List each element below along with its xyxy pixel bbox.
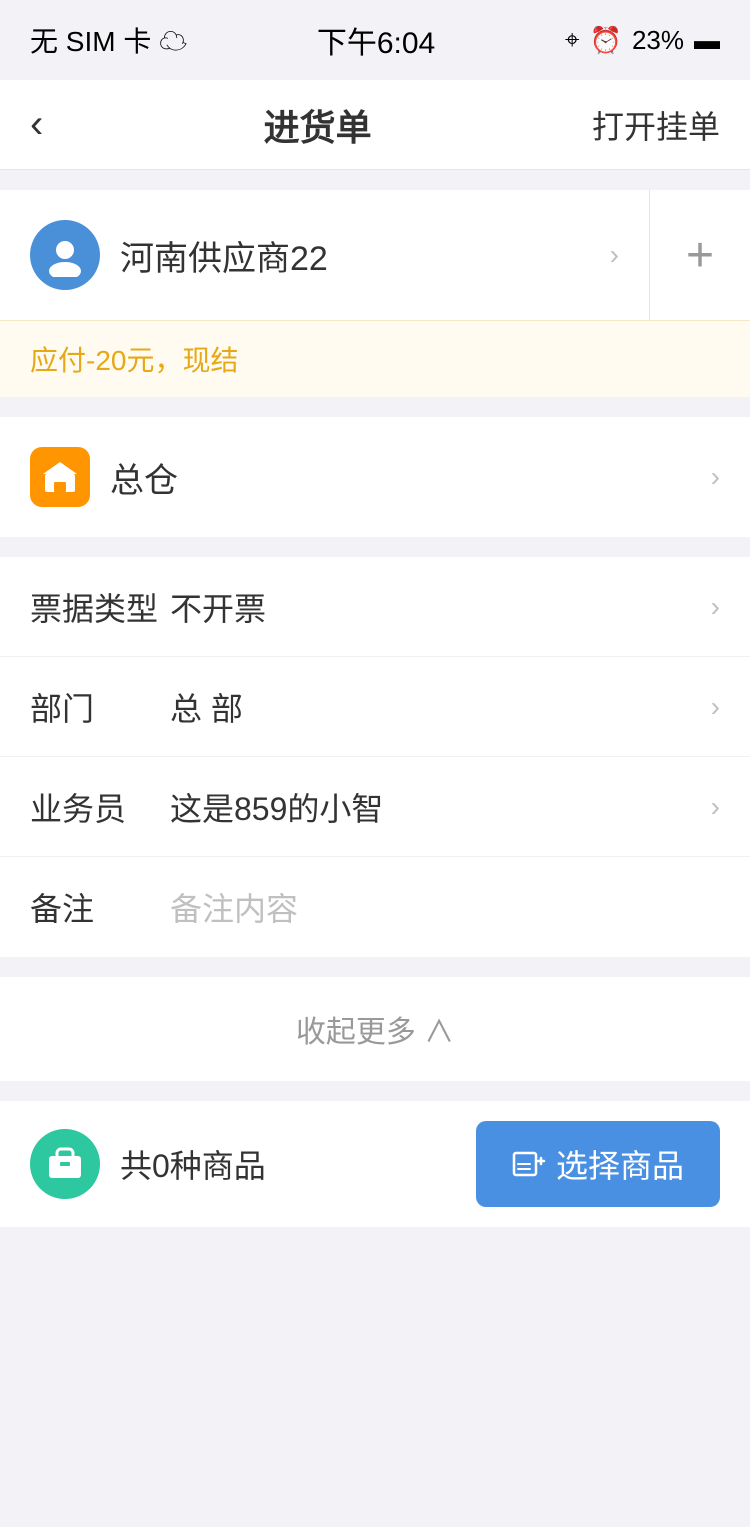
remark-row[interactable]: 备注 备注内容 — [0, 857, 750, 957]
status-time: 下午6:04 — [317, 18, 435, 62]
supplier-selector[interactable]: 河南供应商22 › — [0, 190, 650, 320]
select-product-label: 选择商品 — [556, 1141, 684, 1187]
notice-bar: 应付-20元，现结 — [0, 320, 750, 397]
add-icon: + — [686, 228, 714, 283]
battery-icon: ▬ — [694, 25, 720, 56]
product-icon — [30, 1129, 100, 1199]
warehouse-icon — [30, 447, 90, 507]
battery-text: 23% — [632, 25, 684, 56]
product-count: 共0种商品 — [120, 1141, 476, 1187]
supplier-name: 河南供应商22 — [120, 231, 600, 280]
warehouse-section[interactable]: 总仓 › — [0, 417, 750, 537]
supplier-chevron-icon: › — [610, 239, 619, 271]
page-title: 进货单 — [264, 99, 372, 151]
salesperson-value: 这是859的小智 — [170, 784, 701, 830]
status-bar: 无 SIM 卡 ☁ 下午6:04 ⌖ ⏰ 23% ▬ — [0, 0, 750, 80]
supplier-add-button[interactable]: + — [650, 190, 750, 320]
back-button[interactable]: ‹ — [30, 102, 43, 147]
nav-bar: ‹ 进货单 打开挂单 — [0, 80, 750, 170]
warehouse-name: 总仓 — [110, 453, 701, 502]
collapse-label: 收起更多 ∧ — [296, 1007, 454, 1051]
remark-placeholder: 备注内容 — [170, 884, 720, 930]
collapse-section[interactable]: 收起更多 ∧ — [0, 977, 750, 1081]
invoice-type-chevron-icon: › — [711, 591, 720, 623]
invoice-type-row[interactable]: 票据类型 不开票 › — [0, 557, 750, 657]
warehouse-chevron-icon: › — [711, 461, 720, 493]
status-signal: 无 SIM 卡 ☁ — [30, 20, 187, 60]
salesperson-chevron-icon: › — [711, 791, 720, 823]
location-icon: ⌖ — [565, 24, 580, 56]
supplier-avatar — [30, 220, 100, 290]
department-row[interactable]: 部门 总 部 › — [0, 657, 750, 757]
open-pending-button[interactable]: 打开挂单 — [592, 102, 720, 148]
form-section: 票据类型 不开票 › 部门 总 部 › 业务员 这是859的小智 › 备注 备注… — [0, 557, 750, 957]
invoice-type-label: 票据类型 — [30, 584, 170, 630]
supplier-section: 河南供应商22 › + — [0, 190, 750, 320]
department-label: 部门 — [30, 684, 170, 730]
department-value: 总 部 — [170, 684, 701, 730]
gap-1 — [0, 170, 750, 190]
bottom-bar: 共0种商品 选择商品 — [0, 1101, 750, 1227]
status-right: ⌖ ⏰ 23% ▬ — [565, 24, 720, 56]
select-product-button[interactable]: 选择商品 — [476, 1121, 720, 1207]
content-area — [0, 1227, 750, 1527]
salesperson-label: 业务员 — [30, 784, 170, 830]
invoice-type-value: 不开票 — [170, 584, 701, 630]
department-chevron-icon: › — [711, 691, 720, 723]
alarm-icon: ⏰ — [590, 25, 622, 56]
salesperson-row[interactable]: 业务员 这是859的小智 › — [0, 757, 750, 857]
remark-label: 备注 — [30, 884, 170, 930]
notice-text: 应付-20元，现结 — [30, 345, 238, 376]
